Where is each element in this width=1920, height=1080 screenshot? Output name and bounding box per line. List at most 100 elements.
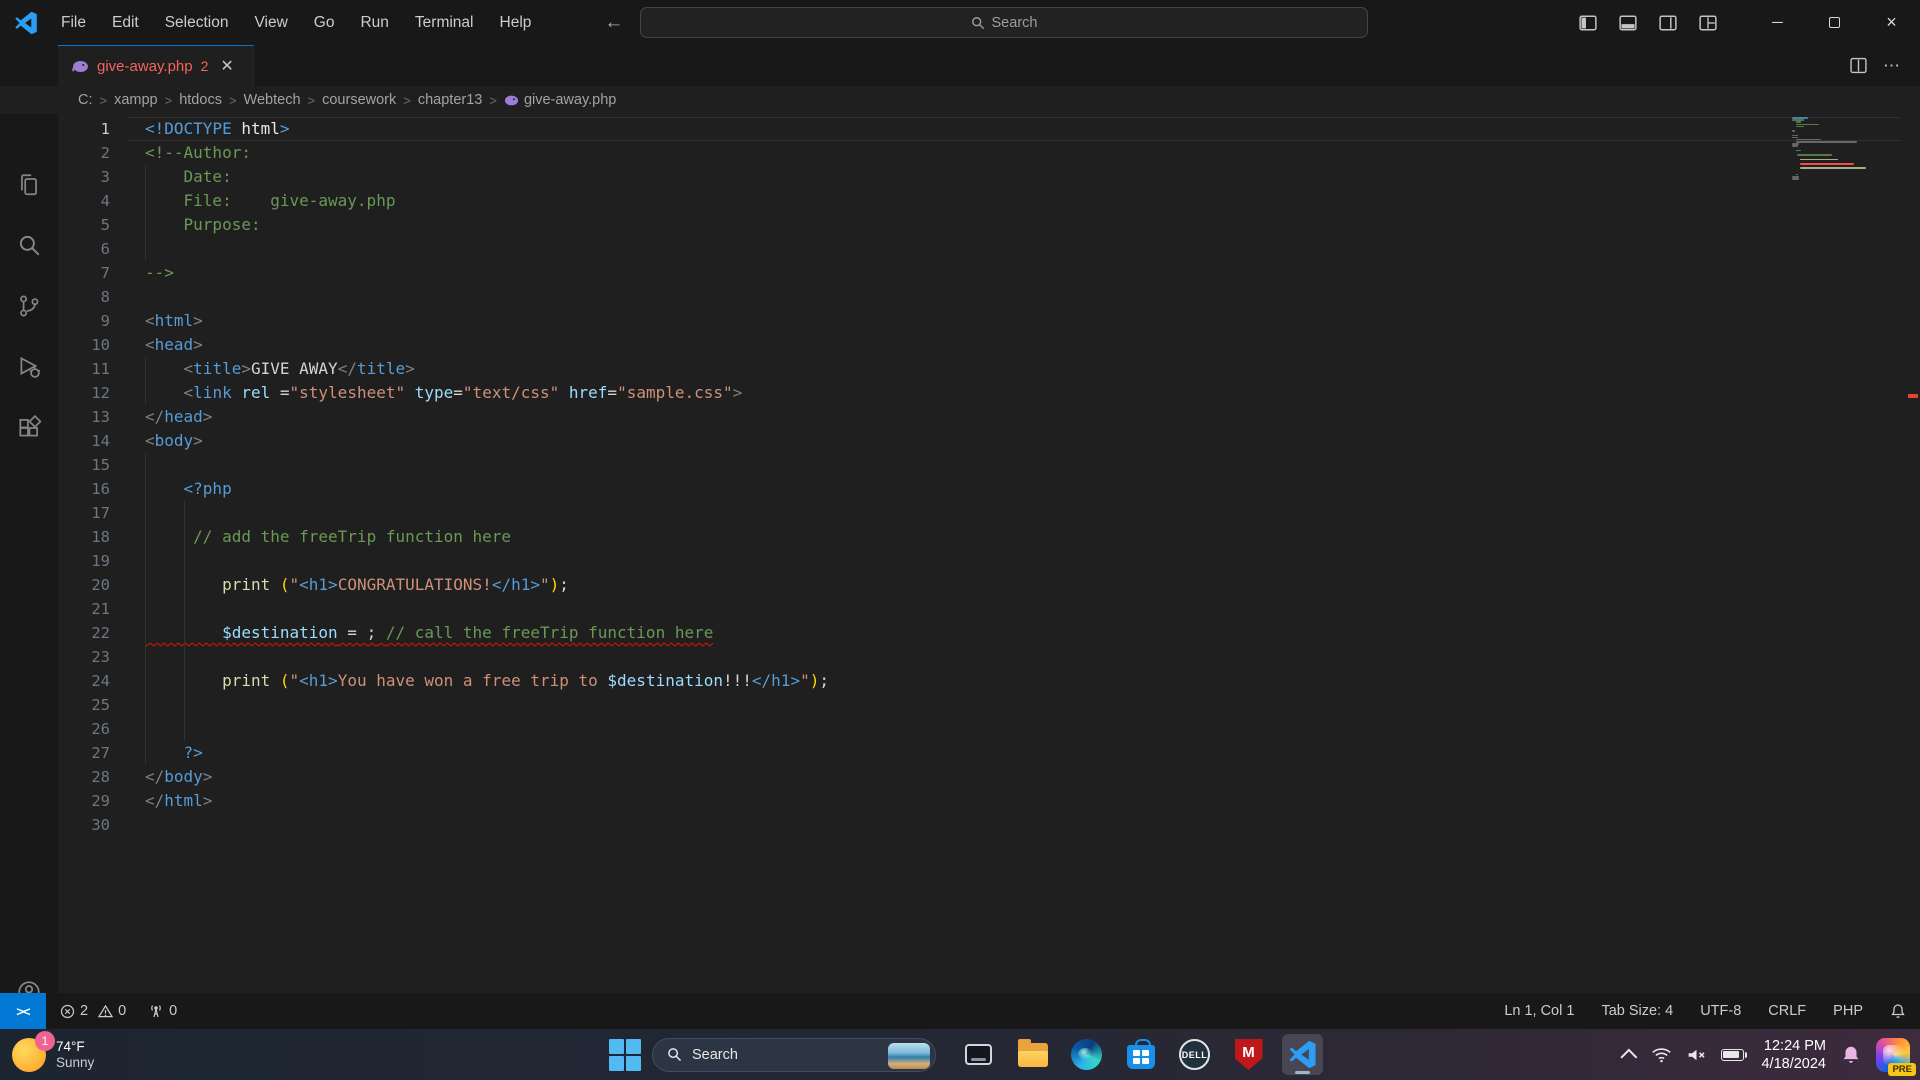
code-line[interactable]: 19: [58, 549, 1920, 573]
run-debug-icon[interactable]: [5, 343, 53, 391]
notifications-bell-icon[interactable]: [1890, 1003, 1906, 1019]
overview-ruler[interactable]: [1905, 114, 1920, 993]
code-line[interactable]: 29 </html>: [58, 789, 1920, 813]
taskbar-app-mcafee[interactable]: M: [1228, 1034, 1269, 1075]
code-line[interactable]: 6: [58, 237, 1920, 261]
language-mode[interactable]: PHP: [1833, 1003, 1863, 1019]
code-line[interactable]: 7 -->: [58, 261, 1920, 285]
breadcrumb-item[interactable]: coursework: [322, 92, 396, 108]
chevron-right-icon: >: [307, 92, 316, 108]
code-line[interactable]: 4 File: give-away.php: [58, 189, 1920, 213]
command-center-search[interactable]: Search: [640, 7, 1368, 38]
code-line[interactable]: 28 </body>: [58, 765, 1920, 789]
menu-edit[interactable]: Edit: [101, 9, 150, 37]
code-line[interactable]: 3 Date:: [58, 165, 1920, 189]
start-button[interactable]: [608, 1038, 642, 1072]
breadcrumb-item[interactable]: Webtech: [244, 92, 301, 108]
code-line[interactable]: 22 $destination = ; // call the freeTrip…: [58, 621, 1920, 645]
code-line[interactable]: 17: [58, 501, 1920, 525]
source-control-icon[interactable]: [5, 282, 53, 330]
encoding[interactable]: UTF-8: [1700, 1003, 1741, 1019]
cursor-position[interactable]: Ln 1, Col 1: [1504, 1003, 1574, 1019]
code-line[interactable]: 21: [58, 597, 1920, 621]
extensions-icon[interactable]: [5, 404, 53, 452]
close-button[interactable]: ×: [1863, 0, 1920, 45]
menu-run[interactable]: Run: [349, 9, 399, 37]
indentation[interactable]: Tab Size: 4: [1601, 1003, 1673, 1019]
menu-help[interactable]: Help: [489, 9, 543, 37]
code-line[interactable]: 30: [58, 813, 1920, 837]
remote-indicator[interactable]: ><: [0, 993, 46, 1029]
tab-give-away-php[interactable]: give-away.php 2 ✕: [58, 45, 254, 86]
breadcrumb-item[interactable]: chapter13: [418, 92, 483, 108]
minimize-button[interactable]: ─: [1749, 0, 1806, 45]
code-line[interactable]: 15: [58, 453, 1920, 477]
battery-icon[interactable]: [1720, 1048, 1748, 1061]
menu-selection[interactable]: Selection: [154, 9, 240, 37]
code-line[interactable]: 20 print ("<h1>CONGRATULATIONS!</h1>");: [58, 573, 1920, 597]
code-line[interactable]: 23: [58, 645, 1920, 669]
taskbar-app-dell[interactable]: DELL: [1174, 1034, 1215, 1075]
minimap[interactable]: [1792, 114, 1904, 183]
search-highlight-thumbnail[interactable]: [888, 1042, 930, 1069]
problems-indicator[interactable]: 2 0: [60, 1003, 126, 1019]
code-line[interactable]: 10 <head>: [58, 333, 1920, 357]
menu-terminal[interactable]: Terminal: [404, 9, 485, 37]
split-editor-icon[interactable]: [1850, 57, 1867, 74]
breadcrumb-item[interactable]: htdocs: [179, 92, 222, 108]
tray-overflow-chevron-icon[interactable]: [1620, 1048, 1638, 1066]
taskbar-app-edge[interactable]: [1066, 1034, 1107, 1075]
radio-tower-icon: [151, 1005, 161, 1018]
eol-sequence[interactable]: CRLF: [1768, 1003, 1806, 1019]
chevron-right-icon: >: [403, 92, 411, 108]
code-line[interactable]: 13 </head>: [58, 405, 1920, 429]
breadcrumb-item[interactable]: C:: [78, 92, 93, 108]
code-line[interactable]: 12 <link rel ="stylesheet" type="text/cs…: [58, 381, 1920, 405]
breadcrumb-file[interactable]: give-away.php: [504, 92, 616, 108]
code-line[interactable]: 5 Purpose:: [58, 213, 1920, 237]
code-line[interactable]: 9 <html>: [58, 309, 1920, 333]
weather-widget[interactable]: 1 74°F Sunny: [12, 1030, 94, 1072]
more-actions-icon[interactable]: ⋯: [1883, 56, 1900, 76]
code-line[interactable]: 25: [58, 693, 1920, 717]
volume-muted-icon[interactable]: [1686, 1046, 1707, 1064]
code-editor[interactable]: 1 <!DOCTYPE html> 2 <!--Author: 3 Date: 4 Fil…: [58, 114, 1920, 993]
menu-file[interactable]: File: [50, 9, 97, 37]
copilot-pre-badge: PRE: [1888, 1062, 1916, 1076]
code-line[interactable]: 2 <!--Author:: [58, 141, 1920, 165]
toggle-panel-icon[interactable]: [1613, 8, 1643, 38]
notifications-icon[interactable]: [1840, 1044, 1862, 1066]
toggle-secondary-sidebar-icon[interactable]: [1653, 8, 1683, 38]
tab-close-icon[interactable]: ✕: [220, 56, 233, 76]
microsoft-store-icon: [1126, 1039, 1155, 1069]
code-line[interactable]: 8: [58, 285, 1920, 309]
taskbar-app-store[interactable]: [1120, 1034, 1161, 1075]
error-count: 2: [80, 1003, 89, 1019]
error-icon: [60, 1004, 75, 1018]
code-line[interactable]: 1 <!DOCTYPE html>: [58, 117, 1920, 141]
search-sidebar-icon[interactable]: [5, 221, 53, 269]
maximize-button[interactable]: [1806, 0, 1863, 45]
breadcrumb-item[interactable]: xampp: [114, 92, 158, 108]
code-line[interactable]: 18 // add the freeTrip function here: [58, 525, 1920, 549]
code-line[interactable]: 26: [58, 717, 1920, 741]
taskbar-app-file-explorer[interactable]: [1012, 1034, 1053, 1075]
code-line[interactable]: 11 <title>GIVE AWAY</title>: [58, 357, 1920, 381]
taskbar-app-vscode[interactable]: [1282, 1034, 1323, 1075]
toggle-sidebar-icon[interactable]: [1573, 8, 1603, 38]
code-line[interactable]: 24 print ("<h1>You have won a free trip …: [58, 669, 1920, 693]
taskbar-app-task-view[interactable]: [958, 1034, 999, 1075]
explorer-icon[interactable]: [5, 161, 53, 209]
back-arrow-icon[interactable]: ←: [604, 12, 623, 34]
taskbar-search[interactable]: Search: [652, 1037, 936, 1072]
customize-layout-icon[interactable]: [1693, 8, 1723, 38]
code-line[interactable]: 14 <body>: [58, 429, 1920, 453]
ports-indicator[interactable]: 0: [148, 1003, 177, 1019]
copilot-icon[interactable]: PRE: [1876, 1037, 1916, 1076]
menu-go[interactable]: Go: [303, 9, 346, 37]
menu-view[interactable]: View: [243, 9, 298, 37]
wifi-icon[interactable]: [1651, 1046, 1672, 1064]
code-line[interactable]: 16 <?php: [58, 477, 1920, 501]
system-clock[interactable]: 12:24 PM 4/18/2024: [1761, 1037, 1826, 1073]
code-line[interactable]: 27 ?>: [58, 741, 1920, 765]
